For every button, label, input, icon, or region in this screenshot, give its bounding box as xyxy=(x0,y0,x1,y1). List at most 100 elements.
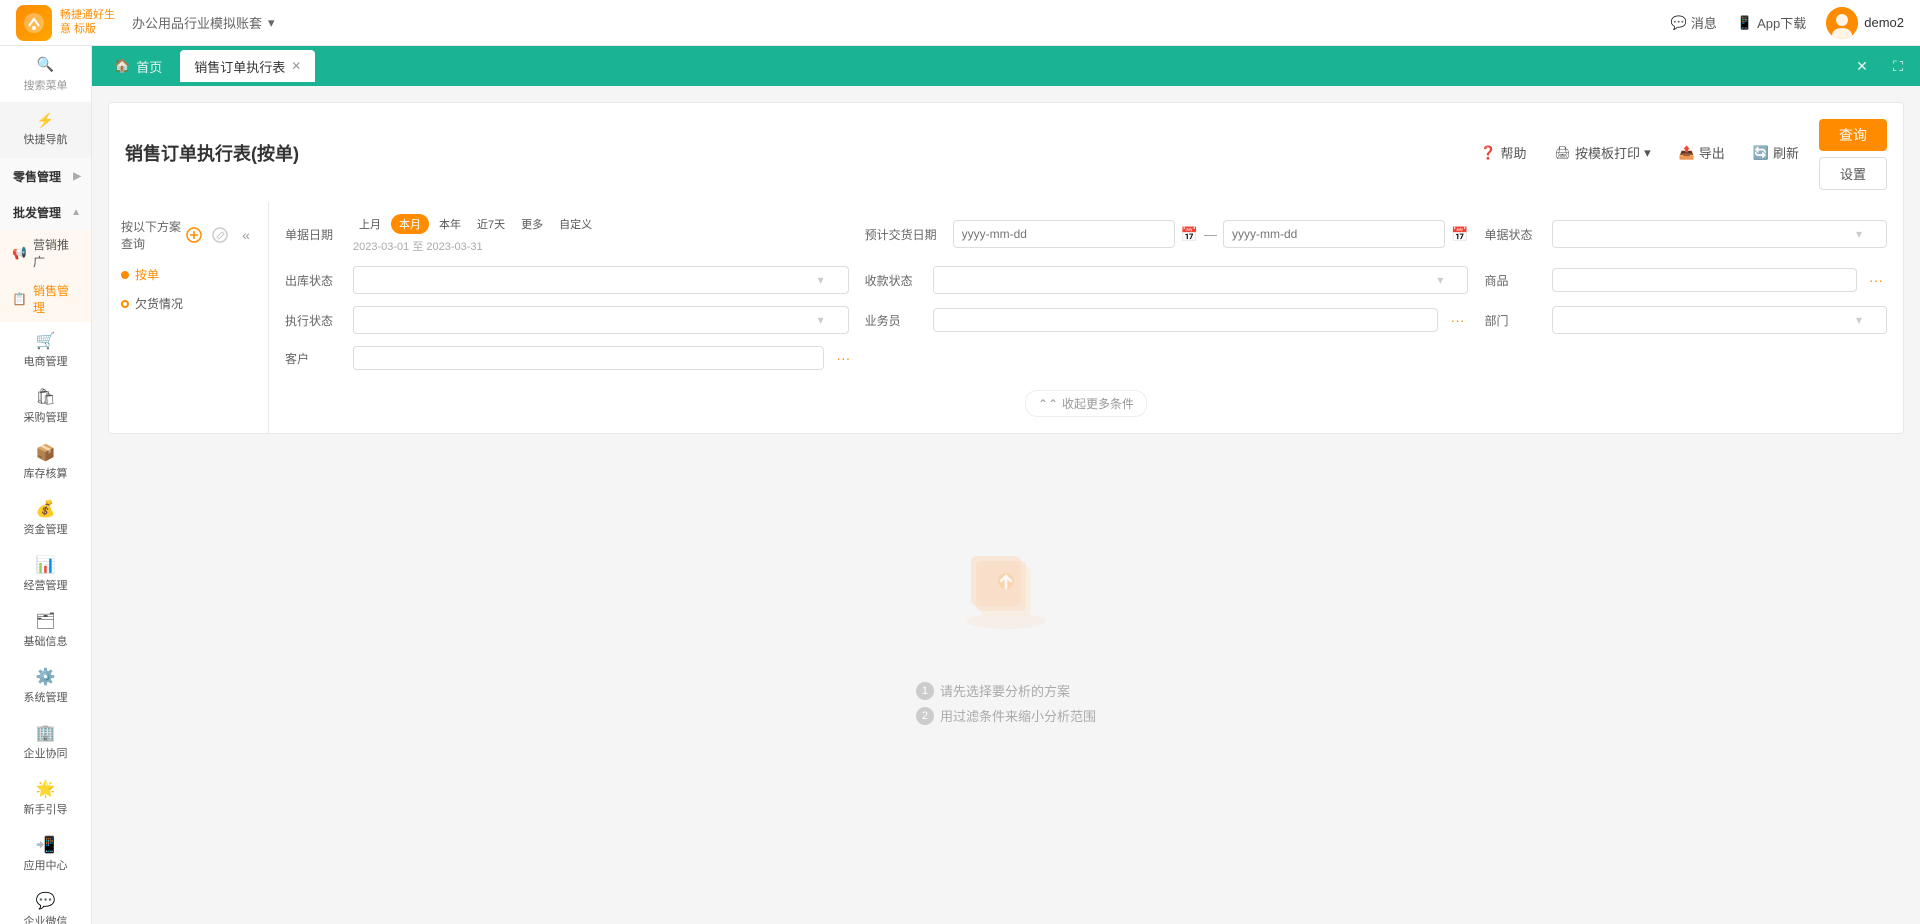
help-icon: ❓ xyxy=(1480,145,1496,161)
date-tab-last-month[interactable]: 上月 xyxy=(353,214,387,234)
purchase-icon: 🛍 xyxy=(35,387,55,407)
settings-button[interactable]: 设置 xyxy=(1819,157,1887,190)
tab-close-all-btn[interactable]: ✕ xyxy=(1848,52,1876,80)
export-label: 导出 xyxy=(1699,143,1725,162)
out-status-arrow-icon: ▾ xyxy=(818,273,824,287)
search-button[interactable]: 查询 xyxy=(1819,119,1887,151)
message-btn[interactable]: 💬 消息 xyxy=(1671,13,1717,32)
doc-status-field: 单据状态 ▾ xyxy=(1484,220,1887,248)
main-panel: 销售订单执行表(按单) ❓ 帮助 🖨 按模板打印 ▾ 📤 xyxy=(108,102,1904,434)
expected-date-end[interactable] xyxy=(1223,220,1445,248)
sidebar-item-ecommerce[interactable]: 🛒 电商管理 xyxy=(0,322,91,378)
exec-status-label: 执行状态 xyxy=(285,312,345,329)
sidebar-item-label-newbie: 新手引导 xyxy=(24,803,68,817)
expected-date-field: 预计交货日期 📅 — 📅 xyxy=(865,220,1469,248)
date-tab-7days[interactable]: 近7天 xyxy=(471,214,511,234)
sidebar-sub-label-marketing: 营销推广 xyxy=(33,236,79,270)
date-field: 单据日期 上月 本月 本年 近7天 更多 自定义 xyxy=(285,214,849,254)
salesperson-input[interactable] xyxy=(933,308,1439,332)
dept-arrow-icon: ▾ xyxy=(1856,313,1862,327)
breadcrumb-text: 办公用品行业模拟账套 xyxy=(132,13,262,32)
refresh-btn[interactable]: 🔄 刷新 xyxy=(1745,139,1807,166)
logo-text: 畅捷通好生意 标版 xyxy=(60,9,120,35)
export-btn[interactable]: 📤 导出 xyxy=(1671,139,1733,166)
app-download-btn[interactable]: 📱 App下载 xyxy=(1737,13,1806,32)
sidebar-item-label-wholesale: 批发管理 xyxy=(13,204,61,221)
sidebar-item-enterprise[interactable]: 🏢 企业协同 xyxy=(0,714,91,770)
goods-label: 商品 xyxy=(1484,272,1544,289)
customer-field: 客户 ··· xyxy=(285,346,854,370)
breadcrumb-arrow[interactable]: ▾ xyxy=(268,15,275,31)
message-label: 消息 xyxy=(1691,13,1717,32)
sidebar-item-inventory[interactable]: 📦 库存核算 xyxy=(0,434,91,490)
scheme-item-欠货情况[interactable]: 欠货情况 xyxy=(109,289,268,318)
sidebar-item-appstore[interactable]: 📲 应用中心 xyxy=(0,826,91,882)
sidebar-item-retail[interactable]: 零售管理 ▶ xyxy=(0,158,91,194)
empty-tips: 1 请先选择要分析的方案 2 用过滤条件来缩小分析范围 xyxy=(916,681,1096,725)
operation-icon: 📊 xyxy=(36,555,56,575)
expected-date-start[interactable] xyxy=(953,220,1175,248)
filter-form: 单据日期 上月 本月 本年 近7天 更多 自定义 xyxy=(269,202,1903,433)
sidebar-sub-marketing[interactable]: 📢 营销推广 xyxy=(0,230,91,276)
content-area: 🏠 首页 销售订单执行表 ✕ ✕ ⛶ 销售订单执行表(按单) xyxy=(92,46,1920,924)
sidebar-item-system[interactable]: ⚙️ 系统管理 xyxy=(0,658,91,714)
exec-status-field: 执行状态 ▾ xyxy=(285,306,849,334)
empty-state: 1 请先选择要分析的方案 2 用过滤条件来缩小分析范围 xyxy=(108,446,1904,805)
sidebar-quick-nav[interactable]: ⚡ 快捷导航 xyxy=(0,102,91,158)
print-btn[interactable]: 🖨 按模板打印 ▾ xyxy=(1547,139,1659,166)
doc-status-label: 单据状态 xyxy=(1484,226,1544,243)
salesperson-field: 业务员 ··· xyxy=(865,308,1469,332)
receipt-status-select[interactable]: ▾ xyxy=(933,266,1469,294)
exec-status-select[interactable]: ▾ xyxy=(353,306,849,334)
goods-ellipsis-btn[interactable]: ··· xyxy=(1865,272,1887,288)
avatar xyxy=(1826,7,1858,39)
out-status-select[interactable]: ▾ xyxy=(353,266,849,294)
tab-maximize-btn[interactable]: ⛶ xyxy=(1884,52,1912,80)
panel-header: 销售订单执行表(按单) ❓ 帮助 🖨 按模板打印 ▾ 📤 xyxy=(109,103,1903,202)
home-icon: 🏠 xyxy=(114,58,130,74)
collapse-scheme-btn[interactable]: « xyxy=(236,225,256,245)
scheme-item-按单[interactable]: 按单 xyxy=(109,260,268,289)
date-tab-more[interactable]: 更多 xyxy=(515,214,549,234)
empty-tip-2: 2 用过滤条件来缩小分析范围 xyxy=(916,706,1096,725)
appstore-icon: 📲 xyxy=(36,835,56,855)
salesperson-ellipsis-btn[interactable]: ··· xyxy=(1446,312,1468,328)
dept-select[interactable]: ▾ xyxy=(1552,306,1887,334)
tab-sales-exec[interactable]: 销售订单执行表 ✕ xyxy=(180,50,315,82)
scheme-dot-outline xyxy=(121,300,129,308)
sidebar-item-finance[interactable]: 💰 资金管理 xyxy=(0,490,91,546)
nav-icon: ⚡ xyxy=(37,112,54,129)
goods-input[interactable] xyxy=(1552,268,1857,292)
sidebar-search[interactable]: 🔍 搜索菜单 xyxy=(0,46,91,102)
tab-home[interactable]: 🏠 首页 xyxy=(100,50,176,82)
help-btn[interactable]: ❓ 帮助 xyxy=(1472,139,1534,166)
date-tab-custom[interactable]: 自定义 xyxy=(553,214,598,234)
date-tab-this-year[interactable]: 本年 xyxy=(433,214,467,234)
add-scheme-btn[interactable] xyxy=(184,225,204,245)
edit-scheme-btn[interactable] xyxy=(210,225,230,245)
sidebar-item-label-retail: 零售管理 xyxy=(13,168,61,185)
customer-input[interactable] xyxy=(353,346,824,370)
sidebar-item-wechat[interactable]: 💬 企业微信 xyxy=(0,882,91,924)
empty-illustration xyxy=(946,526,1066,665)
expected-date-label: 预计交货日期 xyxy=(865,226,945,243)
panel-actions: ❓ 帮助 🖨 按模板打印 ▾ 📤 导出 🔄 xyxy=(1472,115,1887,190)
user-menu[interactable]: demo2 xyxy=(1826,7,1904,39)
tab-close-btn[interactable]: ✕ xyxy=(291,60,301,72)
sidebar-sub-sales[interactable]: 📋 销售管理 xyxy=(0,276,91,322)
customer-ellipsis-btn[interactable]: ··· xyxy=(832,350,854,366)
doc-status-arrow-icon: ▾ xyxy=(1856,227,1862,241)
sidebar-item-newbie[interactable]: 🌟 新手引导 xyxy=(0,770,91,826)
sidebar-item-operation[interactable]: 📊 经营管理 xyxy=(0,546,91,602)
date-tab-this-month[interactable]: 本月 xyxy=(391,214,429,234)
enterprise-icon: 🏢 xyxy=(36,723,56,743)
sidebar-item-wholesale[interactable]: 批发管理 ▲ xyxy=(0,194,91,230)
tip-text-1: 请先选择要分析的方案 xyxy=(940,681,1070,700)
doc-status-select[interactable]: ▾ xyxy=(1552,220,1887,248)
sidebar-item-label-enterprise: 企业协同 xyxy=(24,747,68,761)
collapse-btn[interactable]: ⌃⌃ 收起更多条件 xyxy=(1025,390,1147,417)
sidebar-item-basic[interactable]: 🗂 基础信息 xyxy=(0,602,91,658)
ecommerce-icon: 🛒 xyxy=(36,331,56,351)
sidebar-item-purchase[interactable]: 🛍 采购管理 xyxy=(0,378,91,434)
main-layout: 🔍 搜索菜单 ⚡ 快捷导航 零售管理 ▶ 批发管理 ▲ 📢 营销推广 📋 销售管… xyxy=(0,46,1920,924)
